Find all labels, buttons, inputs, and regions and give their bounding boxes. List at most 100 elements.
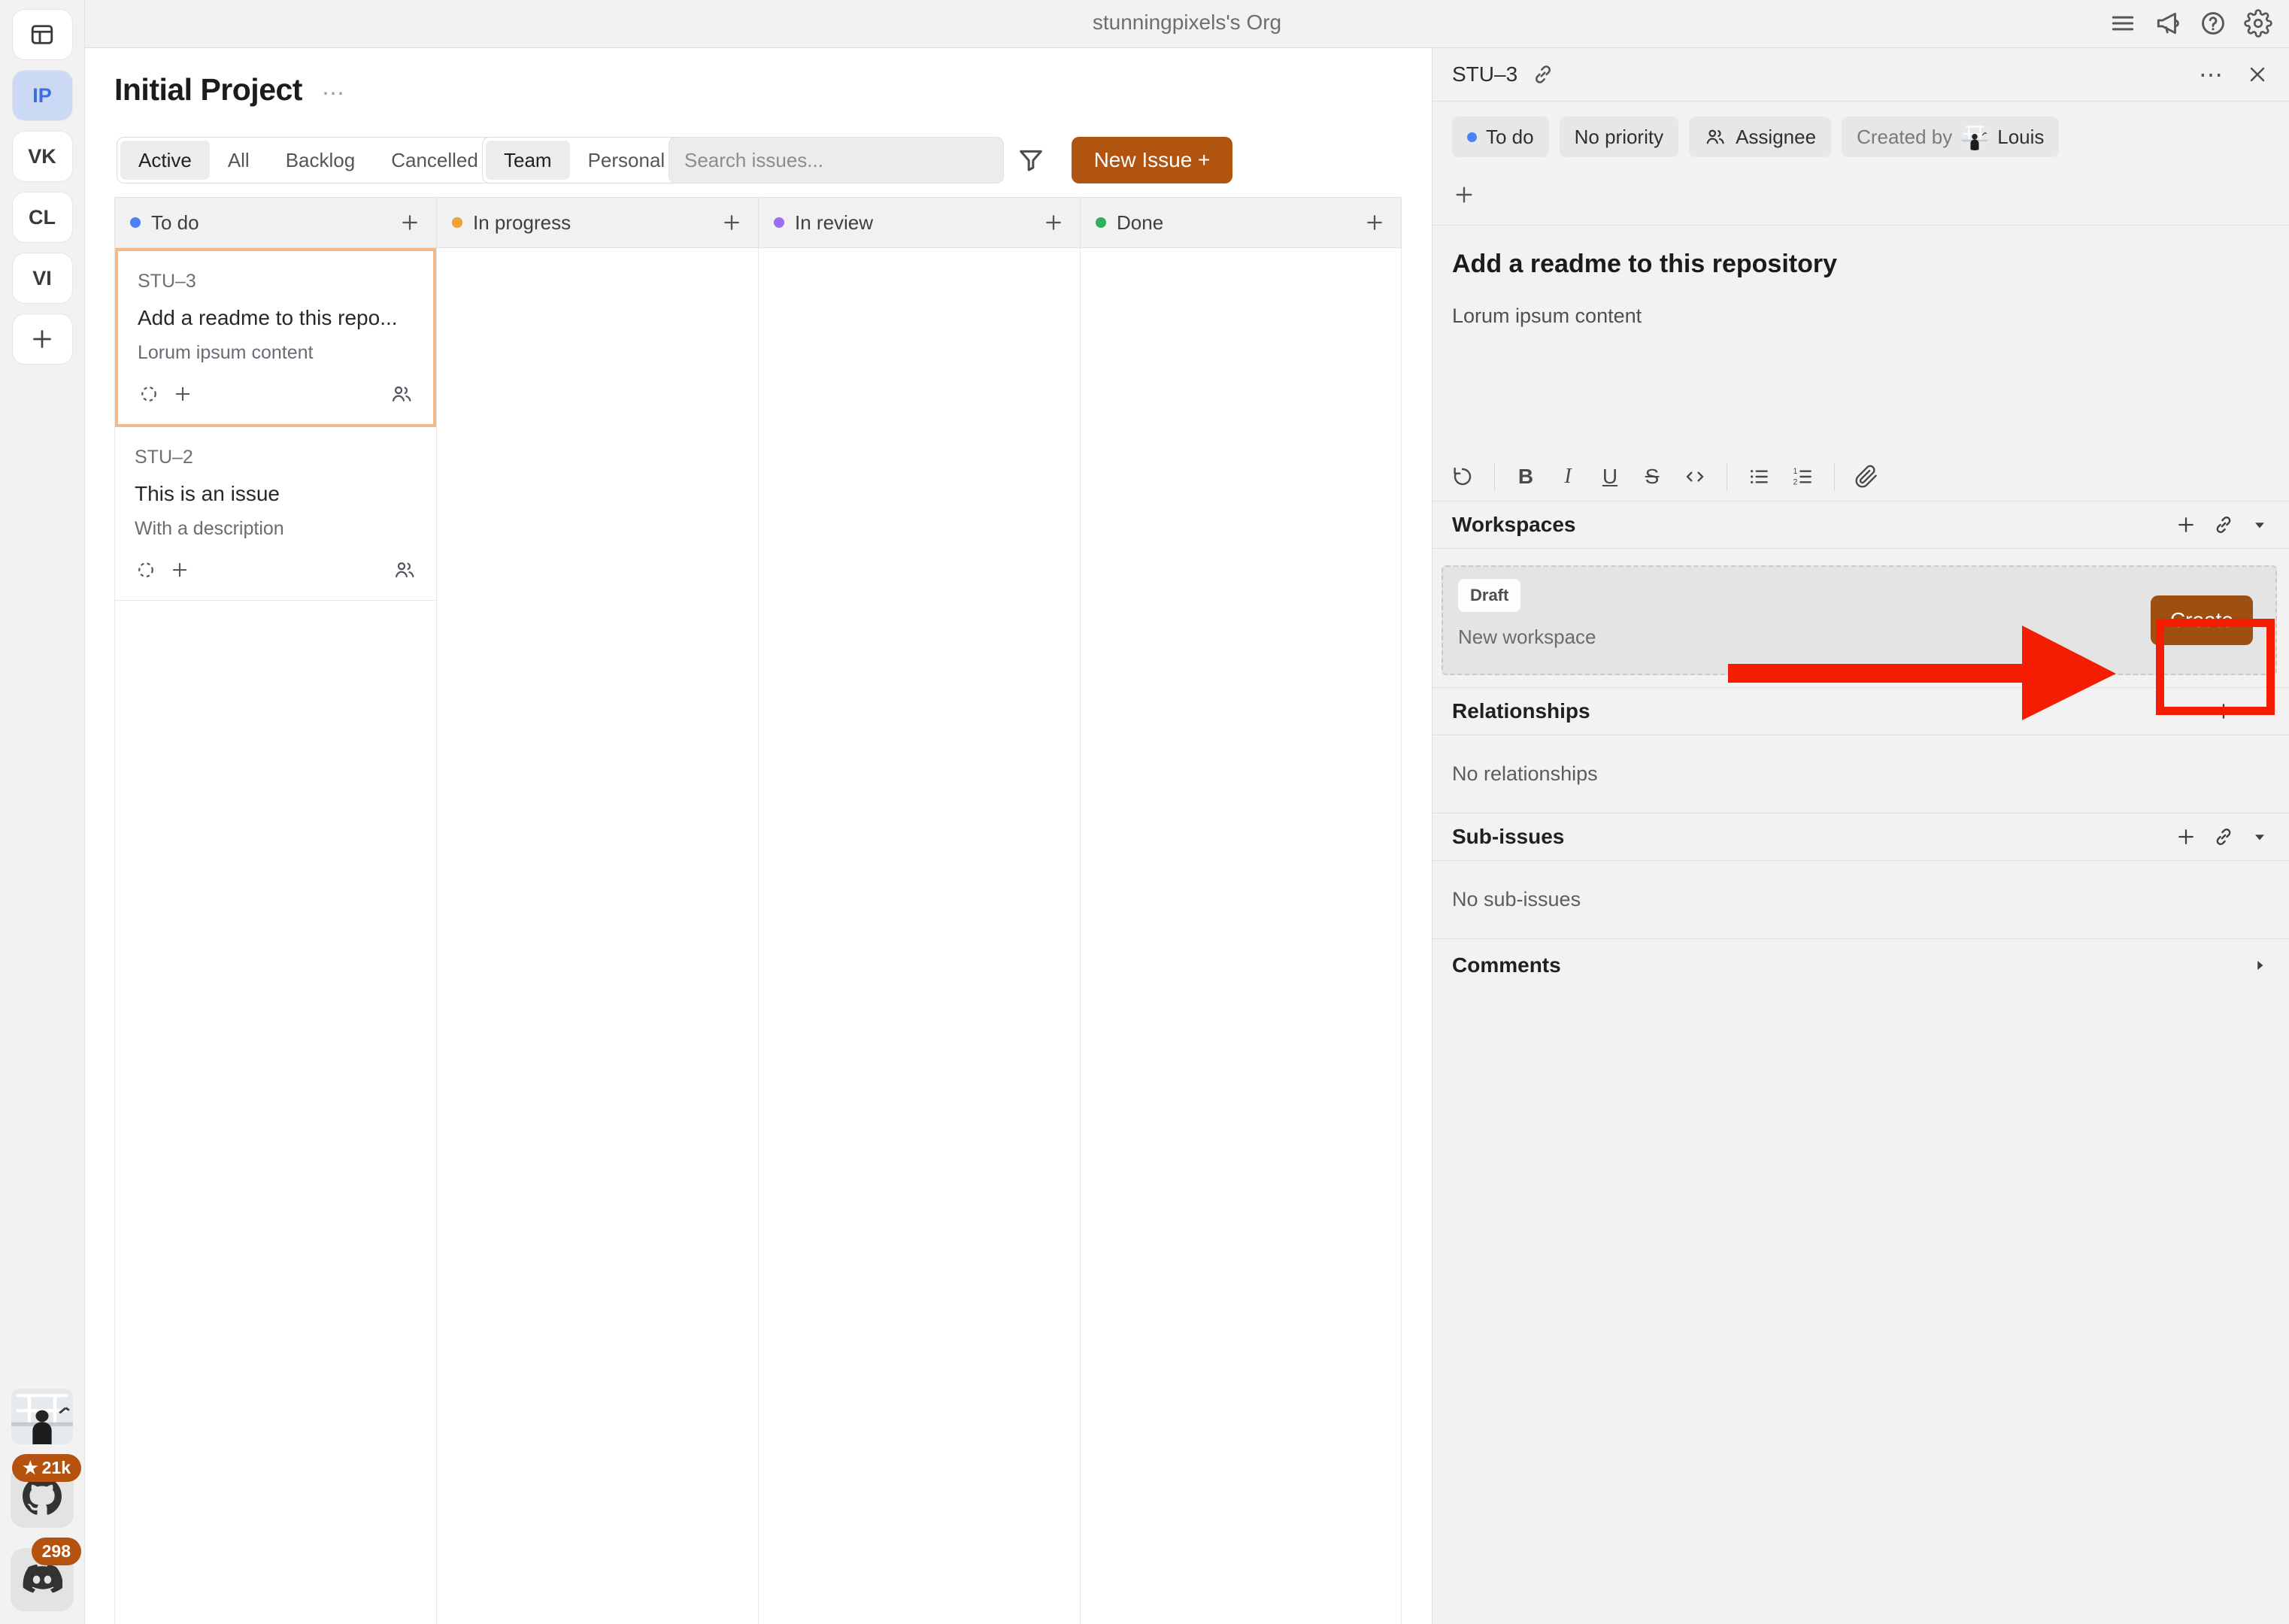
- add-attribute-row: [1433, 166, 2289, 225]
- status-dot-in-progress: [452, 217, 462, 228]
- sidebar-item-workspace-ip[interactable]: IP: [13, 71, 72, 120]
- user-avatar[interactable]: [11, 1389, 73, 1444]
- discord-icon: [22, 1564, 62, 1595]
- code-icon[interactable]: [1683, 465, 1707, 489]
- add-workspace-button[interactable]: [13, 314, 72, 364]
- card-footer: [138, 382, 414, 406]
- add-issue-done-button[interactable]: [1363, 211, 1386, 234]
- attachment-paperclip-icon[interactable]: [1854, 465, 1878, 489]
- filter-tab-active[interactable]: Active: [120, 141, 210, 180]
- subissues-empty-state: No sub-issues: [1433, 861, 2289, 939]
- priority-dashed-circle-icon[interactable]: [138, 383, 160, 405]
- status-pill-label: To do: [1486, 126, 1534, 149]
- issue-detail-body[interactable]: Lorum ipsum content: [1433, 279, 2289, 328]
- chevron-right-icon[interactable]: [2250, 956, 2269, 975]
- status-dot-todo: [130, 217, 141, 228]
- menu-icon[interactable]: [2109, 9, 2137, 38]
- issue-card-stu-3[interactable]: STU–3 Add a readme to this repo... Lorum…: [115, 248, 436, 427]
- priority-pill[interactable]: No priority: [1560, 117, 1678, 157]
- editor-toolbar: B I U S: [1433, 453, 2289, 501]
- sidebar-item-workspace-vi[interactable]: VI: [13, 253, 72, 303]
- github-link-tile[interactable]: ★ 21k: [11, 1465, 74, 1528]
- subissues-section-controls: [2175, 826, 2269, 848]
- toolbar-separator: [1494, 462, 1495, 491]
- column-title: To do: [151, 211, 199, 235]
- project-board: Initial Project ⋯ Active All Backlog Can…: [86, 48, 1432, 1624]
- undo-icon[interactable]: [1451, 465, 1475, 489]
- chevron-down-icon[interactable]: [2250, 515, 2269, 535]
- link-workspace-icon[interactable]: [2212, 514, 2235, 536]
- panel-menu-dots[interactable]: ⋯: [2199, 67, 2223, 82]
- github-icon: [23, 1477, 62, 1516]
- status-dot-todo: [1467, 132, 1477, 142]
- filter-tab-team[interactable]: Team: [486, 141, 570, 180]
- scope-filter-group: Team Personal: [482, 137, 687, 183]
- issue-detail-panel: STU–3 ⋯ To do No priority Assignee Creat…: [1432, 48, 2289, 1624]
- numbered-list-icon[interactable]: [1790, 465, 1815, 489]
- bullet-list-icon[interactable]: [1747, 465, 1771, 489]
- add-issue-in-review-button[interactable]: [1042, 211, 1065, 234]
- draft-workspace-name[interactable]: New workspace: [1458, 626, 2260, 649]
- editor-area[interactable]: [1433, 328, 2289, 453]
- italic-button[interactable]: I: [1557, 465, 1579, 489]
- chevron-down-icon[interactable]: [2250, 827, 2269, 847]
- project-menu-dots[interactable]: ⋯: [322, 80, 344, 107]
- issue-card-stu-2[interactable]: STU–2 This is an issue With a descriptio…: [115, 427, 436, 601]
- column-header-done: Done: [1080, 197, 1402, 248]
- add-workspace-icon[interactable]: [2175, 514, 2197, 536]
- filter-tab-personal[interactable]: Personal: [570, 141, 684, 180]
- column-done: [1080, 248, 1402, 1624]
- add-relationship-icon[interactable]: [2212, 700, 2235, 723]
- create-workspace-button[interactable]: Create: [2151, 595, 2253, 645]
- assignees-icon[interactable]: [390, 382, 414, 406]
- issue-detail-title[interactable]: Add a readme to this repository: [1433, 226, 2289, 279]
- github-stars-count: 21k: [42, 1458, 71, 1478]
- add-issue-in-progress-button[interactable]: [720, 211, 743, 234]
- column-title: Done: [1117, 211, 1163, 235]
- underline-button[interactable]: U: [1599, 465, 1621, 489]
- filter-tab-all[interactable]: All: [210, 141, 268, 180]
- sidebar-item-workspace-vk[interactable]: VK: [13, 132, 72, 181]
- org-title: stunningpixels's Org: [85, 11, 2289, 35]
- bold-button[interactable]: B: [1514, 465, 1537, 489]
- add-label-icon[interactable]: [172, 383, 193, 404]
- strikethrough-button[interactable]: S: [1641, 465, 1663, 489]
- close-icon[interactable]: [2245, 62, 2269, 86]
- search-input[interactable]: [669, 137, 1004, 183]
- workspace-draft-card: Draft New workspace Create: [1442, 565, 2277, 675]
- copy-link-icon[interactable]: [1531, 62, 1555, 86]
- github-stars-badge: ★ 21k: [12, 1454, 81, 1482]
- status-pill[interactable]: To do: [1452, 117, 1549, 157]
- board-title-row: Initial Project ⋯: [114, 72, 344, 108]
- workspace-sidebar: IP VK CL VI ★ 21k 298: [0, 0, 85, 1624]
- created-by-pill[interactable]: Created by Louis: [1842, 117, 2059, 157]
- issue-title: Add a readme to this repo...: [138, 306, 414, 330]
- sidebar-item-workspace-cl[interactable]: CL: [13, 192, 72, 242]
- filter-tab-backlog[interactable]: Backlog: [268, 141, 374, 180]
- subissues-section-header: Sub-issues: [1433, 814, 2289, 861]
- comments-section-header: Comments: [1433, 939, 2289, 992]
- discord-link-tile[interactable]: 298: [11, 1548, 74, 1611]
- filter-tab-cancelled[interactable]: Cancelled: [373, 141, 496, 180]
- dashboard-tile-button[interactable]: [13, 10, 72, 59]
- add-subissue-icon[interactable]: [2175, 826, 2197, 848]
- column-header-in-progress: In progress: [436, 197, 758, 248]
- add-label-icon[interactable]: [169, 559, 190, 580]
- issue-id: STU–2: [135, 447, 417, 468]
- help-icon[interactable]: [2199, 9, 2227, 38]
- column-todo: STU–3 Add a readme to this repo... Lorum…: [114, 248, 436, 1624]
- add-issue-todo-button[interactable]: [399, 211, 421, 234]
- column-header-todo: To do: [114, 197, 436, 248]
- settings-gear-icon[interactable]: [2244, 9, 2272, 38]
- announcements-icon[interactable]: [2154, 9, 2182, 38]
- assignees-icon[interactable]: [393, 558, 417, 582]
- priority-dashed-circle-icon[interactable]: [135, 559, 157, 581]
- link-subissue-icon[interactable]: [2212, 826, 2235, 848]
- filter-funnel-icon[interactable]: [1016, 144, 1046, 176]
- relationships-empty-state: No relationships: [1433, 735, 2289, 814]
- chevron-down-icon[interactable]: [2250, 701, 2269, 721]
- relationships-section-title: Relationships: [1452, 699, 1590, 723]
- new-issue-button[interactable]: New Issue +: [1072, 137, 1232, 183]
- assignee-pill[interactable]: Assignee: [1689, 117, 1831, 157]
- add-attribute-icon[interactable]: [1452, 183, 2269, 207]
